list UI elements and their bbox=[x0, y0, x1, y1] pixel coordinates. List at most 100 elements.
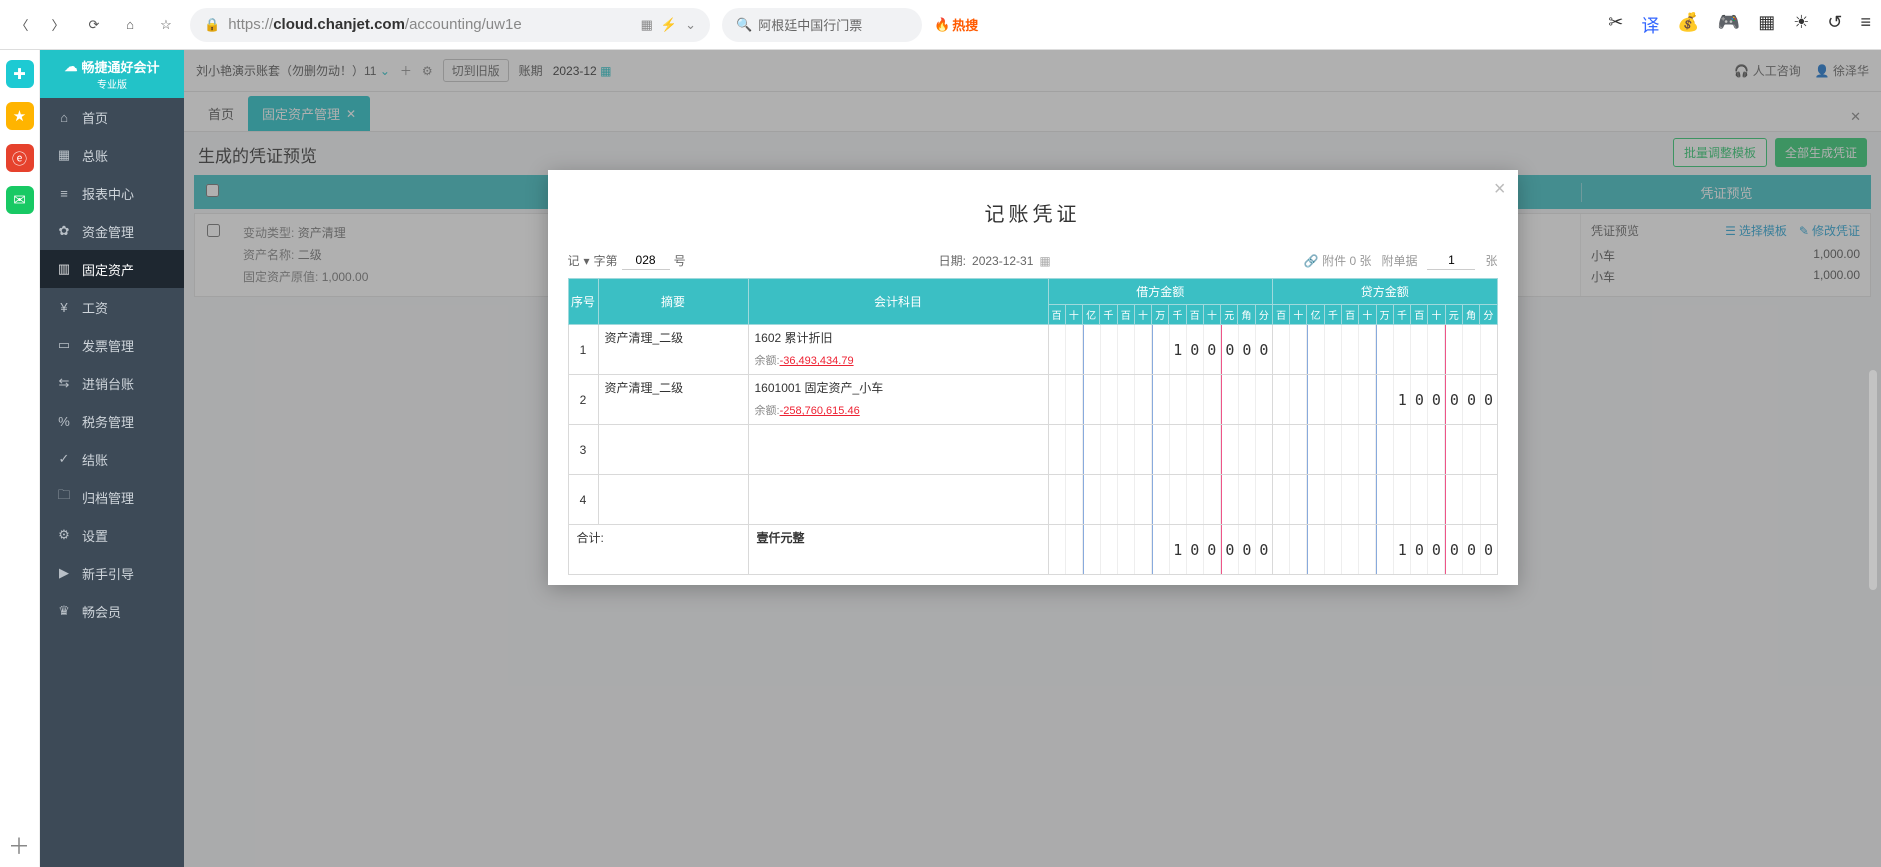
scissors-icon[interactable]: ✂ bbox=[1608, 12, 1623, 38]
sidebar-item-5[interactable]: ¥工资 bbox=[40, 288, 184, 326]
os-app-icon[interactable]: ✚ bbox=[6, 60, 34, 88]
row-debit[interactable] bbox=[1048, 375, 1272, 425]
bolt-icon[interactable]: ⚡ bbox=[661, 17, 677, 33]
hot-search-tag[interactable]: 🔥热搜 bbox=[934, 15, 978, 34]
reload-icon[interactable]: ⟳ bbox=[82, 13, 106, 37]
sidebar-item-12[interactable]: ▶新手引导 bbox=[40, 554, 184, 592]
menu-icon[interactable]: ≡ bbox=[1860, 12, 1871, 38]
sidebar-item-8[interactable]: %税务管理 bbox=[40, 402, 184, 440]
col-credit: 贷方金额 bbox=[1272, 279, 1497, 305]
digit-head: 亿 bbox=[1307, 305, 1324, 325]
chevron-down-icon[interactable]: ⌄ bbox=[685, 17, 696, 33]
calendar-icon[interactable]: ▦ bbox=[1039, 254, 1050, 268]
row-credit[interactable] bbox=[1272, 475, 1497, 525]
back-icon[interactable]: 〈 bbox=[10, 13, 34, 37]
row-subject[interactable]: 1601001 固定资产_小车余额:-258,760,615.46 bbox=[748, 375, 1048, 425]
attachment-link[interactable]: 🔗 附件 0 张 bbox=[1304, 252, 1372, 269]
sidebar-item-11[interactable]: ⚙设置 bbox=[40, 516, 184, 554]
sidebar-item-2[interactable]: ≡报表中心 bbox=[40, 174, 184, 212]
col-subject: 会计科目 bbox=[748, 279, 1048, 325]
os-star-icon[interactable]: ★ bbox=[6, 102, 34, 130]
grid-icon[interactable]: ▦ bbox=[1758, 12, 1775, 38]
row-summary[interactable]: 资产清理_二级 bbox=[598, 375, 748, 425]
menu-icon: ▶ bbox=[56, 565, 72, 581]
row-credit[interactable]: 100000 bbox=[1272, 375, 1497, 425]
digit-head: 千 bbox=[1100, 305, 1117, 325]
total-credit: 100000 bbox=[1272, 525, 1497, 575]
address-bar[interactable]: 🔒 https://cloud.chanjet.com/accounting/u… bbox=[190, 8, 710, 42]
voucher-row[interactable]: 4 bbox=[568, 475, 1497, 525]
digit-head: 分 bbox=[1480, 305, 1497, 325]
sidebar-item-3[interactable]: ✿资金管理 bbox=[40, 212, 184, 250]
sidebar-item-10[interactable]: 🗀 归档管理 bbox=[40, 478, 184, 516]
sidebar-item-7[interactable]: ⇆进销台账 bbox=[40, 364, 184, 402]
voucher-table: 序号 摘要 会计科目 借方金额 贷方金额 百十亿千百十万千百十元角分百十亿千百十… bbox=[568, 278, 1498, 575]
row-summary[interactable]: 资产清理_二级 bbox=[598, 325, 748, 375]
voucher-modal: × 记账凭证 记▾ 字第 号 日期: 2023-12-31 ▦ 🔗 附件 0 张… bbox=[548, 170, 1518, 585]
menu-label: 归档管理 bbox=[82, 488, 134, 507]
menu-label: 报表中心 bbox=[82, 184, 134, 203]
sidebar-item-0[interactable]: ⌂首页 bbox=[40, 98, 184, 136]
row-credit[interactable] bbox=[1272, 425, 1497, 475]
row-summary[interactable] bbox=[598, 475, 748, 525]
sidebar-item-4[interactable]: ▥固定资产 bbox=[40, 250, 184, 288]
menu-label: 工资 bbox=[82, 298, 108, 317]
voucher-type[interactable]: 记 bbox=[568, 252, 580, 269]
voucher-date[interactable]: 2023-12-31 bbox=[972, 254, 1033, 268]
scrollbar-thumb[interactable] bbox=[1869, 370, 1877, 590]
menu-icon: ✓ bbox=[56, 451, 72, 467]
qr-icon[interactable]: ▦ bbox=[641, 17, 653, 33]
forward-icon[interactable]: 〉 bbox=[46, 13, 70, 37]
row-credit[interactable] bbox=[1272, 325, 1497, 375]
digit-head: 万 bbox=[1152, 305, 1169, 325]
menu-icon: 🗀 bbox=[56, 486, 72, 508]
theme-icon[interactable]: ☀ bbox=[1793, 12, 1809, 38]
menu-icon: ▥ bbox=[56, 261, 72, 277]
digit-head: 角 bbox=[1238, 305, 1255, 325]
star-icon[interactable]: ☆ bbox=[154, 13, 178, 37]
digit-head: 角 bbox=[1462, 305, 1479, 325]
sidebar-item-13[interactable]: ♛畅会员 bbox=[40, 592, 184, 630]
game-icon[interactable]: 🎮 bbox=[1718, 12, 1740, 38]
row-debit[interactable]: 100000 bbox=[1048, 325, 1272, 375]
os-add-icon[interactable]: ＋ bbox=[8, 829, 30, 861]
digit-head: 百 bbox=[1048, 305, 1065, 325]
menu-icon: ⌂ bbox=[56, 110, 72, 125]
wallet-icon[interactable]: 💰 bbox=[1677, 12, 1699, 38]
digit-head: 百 bbox=[1272, 305, 1289, 325]
row-debit[interactable] bbox=[1048, 425, 1272, 475]
home-icon[interactable]: ⌂ bbox=[118, 13, 142, 37]
slip-count-input[interactable] bbox=[1427, 251, 1475, 270]
voucher-number-input[interactable] bbox=[622, 251, 670, 270]
row-subject[interactable] bbox=[748, 475, 1048, 525]
row-index: 1 bbox=[568, 325, 598, 375]
voucher-row[interactable]: 3 bbox=[568, 425, 1497, 475]
menu-label: 税务管理 bbox=[82, 412, 134, 431]
lock-icon: 🔒 bbox=[204, 17, 220, 33]
row-debit[interactable] bbox=[1048, 475, 1272, 525]
sidebar-item-1[interactable]: ▦总账 bbox=[40, 136, 184, 174]
os-weibo-icon[interactable]: ⓔ bbox=[6, 144, 34, 172]
voucher-row[interactable]: 1资产清理_二级1602 累计折旧余额:-36,493,434.79100000 bbox=[568, 325, 1497, 375]
col-debit: 借方金额 bbox=[1048, 279, 1272, 305]
menu-icon: ✿ bbox=[56, 223, 72, 239]
os-mail-icon[interactable]: ✉ bbox=[6, 186, 34, 214]
history-icon[interactable]: ↺ bbox=[1827, 12, 1842, 38]
sidebar-item-9[interactable]: ✓结账 bbox=[40, 440, 184, 478]
menu-label: 发票管理 bbox=[82, 336, 134, 355]
row-summary[interactable] bbox=[598, 425, 748, 475]
search-box[interactable]: 🔍 阿根廷中国行门票 bbox=[722, 8, 922, 42]
slip-label: 附单据 bbox=[1381, 252, 1417, 269]
chevron-down-icon[interactable]: ▾ bbox=[584, 254, 590, 268]
digit-head: 百 bbox=[1117, 305, 1134, 325]
app-logo: ☁ 畅捷通好会计 专业版 bbox=[40, 50, 184, 98]
close-icon[interactable]: × bbox=[1494, 178, 1506, 201]
menu-icon: ♛ bbox=[56, 603, 72, 619]
row-subject[interactable] bbox=[748, 425, 1048, 475]
digit-head: 亿 bbox=[1083, 305, 1100, 325]
translate-icon[interactable]: 译 bbox=[1641, 12, 1659, 38]
row-subject[interactable]: 1602 累计折旧余额:-36,493,434.79 bbox=[748, 325, 1048, 375]
voucher-row[interactable]: 2资产清理_二级1601001 固定资产_小车余额:-258,760,615.4… bbox=[568, 375, 1497, 425]
sidebar-item-6[interactable]: ▭发票管理 bbox=[40, 326, 184, 364]
row-index: 2 bbox=[568, 375, 598, 425]
